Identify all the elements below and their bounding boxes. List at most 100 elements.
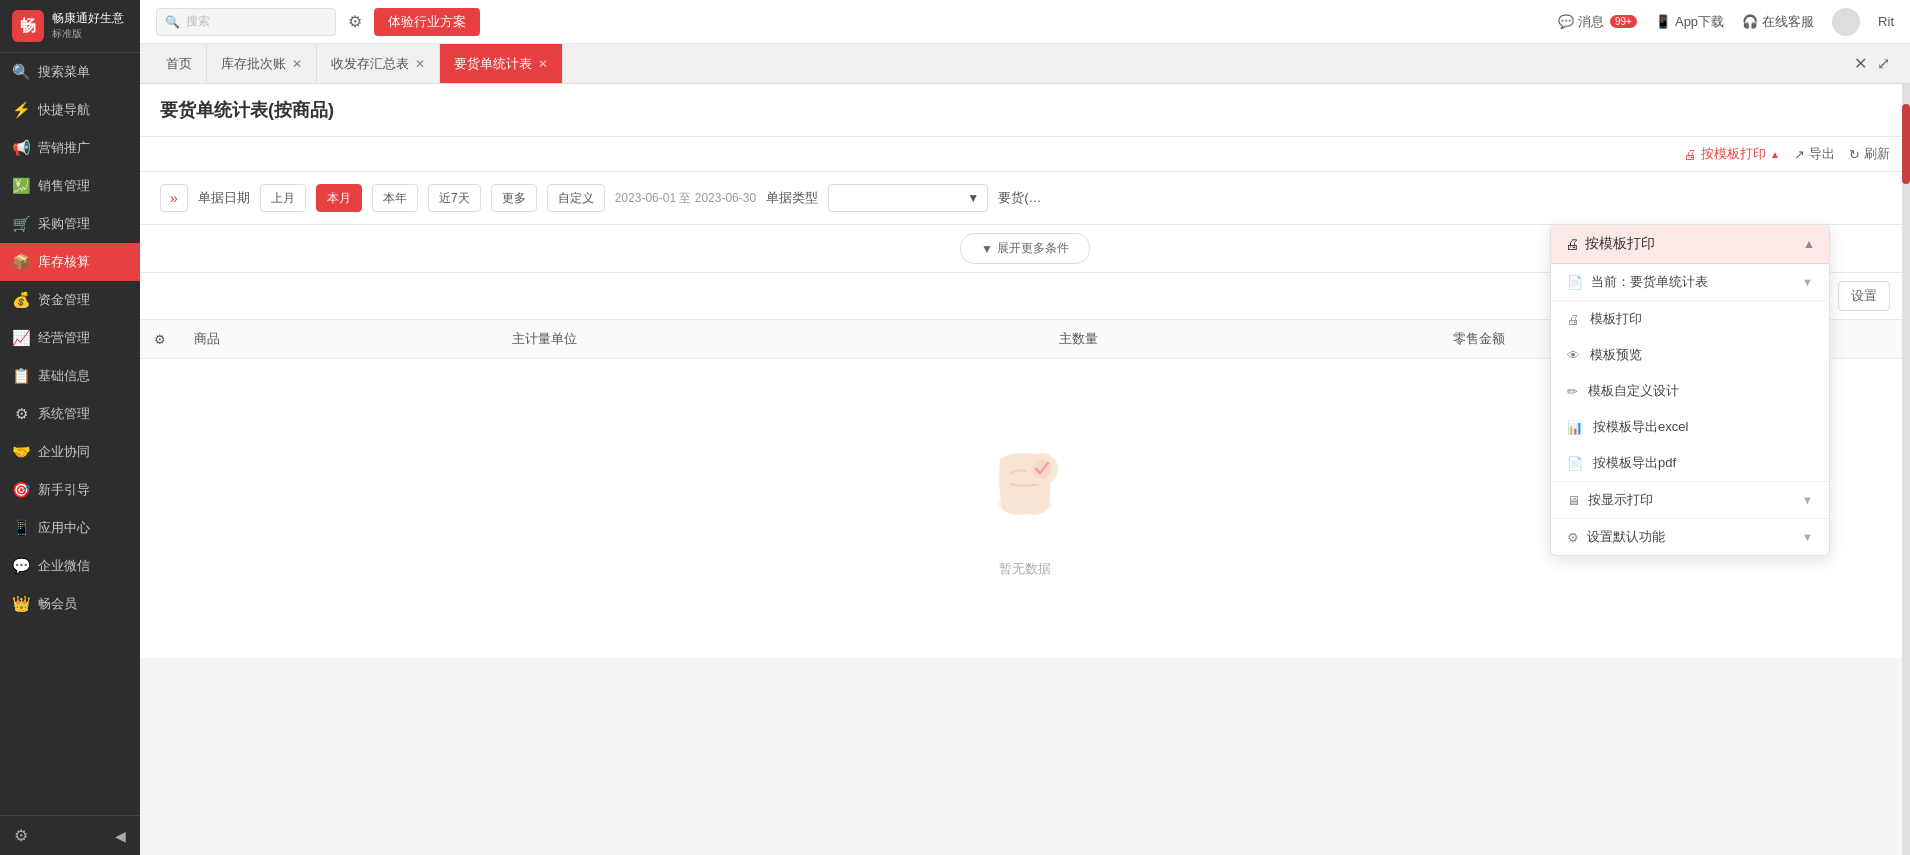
date-more-btn[interactable]: 更多	[491, 184, 537, 212]
date-label: 单据日期	[198, 189, 250, 207]
tab-order-stats-close[interactable]: ✕	[538, 57, 548, 71]
sidebar-item-system[interactable]: ⚙ 系统管理	[0, 395, 140, 433]
messages-icon: 💬	[1558, 14, 1574, 29]
print-btn[interactable]: 🖨 按模板打印 ▲	[1684, 145, 1780, 163]
display-print-section[interactable]: 🖥 按显示打印 ▼	[1551, 481, 1829, 518]
basic-info-icon: 📋	[12, 367, 30, 385]
window-maximize-btn[interactable]: ⤢	[1877, 54, 1890, 73]
set-default-section[interactable]: ⚙ 设置默认功能 ▼	[1551, 518, 1829, 555]
date-7days-btn[interactable]: 近7天	[428, 184, 481, 212]
sidebar-item-finance[interactable]: 💰 资金管理	[0, 281, 140, 319]
sidebar-item-beginner[interactable]: 🎯 新手引导	[0, 471, 140, 509]
filter-bar: » 单据日期 上月 本月 本年 近7天 更多 自定义 2023-06-01 至 …	[140, 172, 1910, 225]
date-this-year-btn[interactable]: 本年	[372, 184, 418, 212]
logo-text: 畅康通好生意 标准版	[52, 11, 124, 41]
template-design-item[interactable]: ✏ 模板自定义设计	[1551, 373, 1829, 409]
logo-icon: 畅	[12, 10, 44, 42]
date-last-month-btn[interactable]: 上月	[260, 184, 306, 212]
sidebar-item-purchase[interactable]: 🛒 采购管理	[0, 205, 140, 243]
window-close-btn[interactable]: ✕	[1854, 54, 1867, 73]
date-range-label: 2023-06-01 至 2023-06-30	[615, 190, 756, 207]
sidebar-item-enterprise[interactable]: 🤝 企业协同	[0, 433, 140, 471]
type-select[interactable]: ▼	[828, 184, 988, 212]
filter-expand-btn[interactable]: »	[160, 184, 188, 212]
vip-icon: 👑	[12, 595, 30, 613]
date-this-month-btn[interactable]: 本月	[316, 184, 362, 212]
right-scrollbar[interactable]	[1902, 84, 1910, 855]
expand-more-btn[interactable]: ▼ 展开更多条件	[960, 233, 1090, 264]
username-label: Rit	[1878, 14, 1894, 29]
print-dropdown-header: 🖨 按模板打印 ▲	[1551, 225, 1829, 264]
sidebar-bottom: ⚙ ◀	[0, 815, 140, 855]
trial-button[interactable]: 体验行业方案	[374, 8, 480, 36]
sidebar-item-vip[interactable]: 👑 畅会员	[0, 585, 140, 623]
tabs-bar: 首页 库存批次账 ✕ 收发存汇总表 ✕ 要货单统计表 ✕ ✕ ⤢	[140, 44, 1910, 84]
sidebar-item-enterprise-wechat[interactable]: 💬 企业微信	[0, 547, 140, 585]
sidebar-settings-btn[interactable]: ⚙	[14, 826, 28, 845]
sidebar-item-inventory[interactable]: 📦 库存核算	[0, 243, 140, 281]
app-download-item[interactable]: 📱 App下载	[1655, 13, 1724, 31]
print-dropdown-icon: 🖨	[1565, 236, 1579, 252]
tab-receipts-summary-close[interactable]: ✕	[415, 57, 425, 71]
sidebar-item-basic-info[interactable]: 📋 基础信息	[0, 357, 140, 395]
export-btn[interactable]: ↗ 导出	[1794, 145, 1835, 163]
system-icon: ⚙	[12, 405, 30, 423]
messages-badge: 99+	[1610, 15, 1637, 28]
sidebar-nav: 🔍 搜索菜单 ⚡ 快捷导航 📢 营销推广 💹 销售管理 🛒 采购管理 📦 库存核…	[0, 53, 140, 815]
template-print-item[interactable]: 🖨 模板打印	[1551, 301, 1829, 337]
sidebar: 畅 畅康通好生意 标准版 🔍 搜索菜单 ⚡ 快捷导航 📢 营销推广 💹 销售管理…	[0, 0, 140, 855]
th-quantity: 主数量	[1045, 320, 1439, 359]
th-unit: 主计量单位	[498, 320, 1045, 359]
refresh-btn[interactable]: ↻ 刷新	[1849, 145, 1890, 163]
user-avatar[interactable]	[1832, 8, 1860, 36]
scrollbar-thumb[interactable]	[1902, 104, 1910, 184]
table-settings-icon[interactable]: ⚙	[154, 332, 166, 347]
expand-more-icon: ▼	[981, 242, 993, 256]
template-preview-item[interactable]: 👁 模板预览	[1551, 337, 1829, 373]
sidebar-item-marketing[interactable]: 📢 营销推广	[0, 129, 140, 167]
tab-home[interactable]: 首页	[152, 44, 207, 83]
print-dropdown-close-icon[interactable]: ▲	[1803, 237, 1815, 251]
refresh-icon: ↻	[1849, 147, 1860, 162]
sidebar-item-search-menu[interactable]: 🔍 搜索菜单	[0, 53, 140, 91]
topbar-right: 💬 消息 99+ 📱 App下载 🎧 在线客服 Rit	[1558, 8, 1894, 36]
tab-inventory-batch-close[interactable]: ✕	[292, 57, 302, 71]
print-dropdown: 🖨 按模板打印 ▲ 📄 当前：要货单统计表 ▼ 🖨 模板打印 👁	[1550, 224, 1830, 556]
display-print-icon: 🖥	[1567, 493, 1580, 508]
online-service-item[interactable]: 🎧 在线客服	[1742, 13, 1814, 31]
window-controls: ✕ ⤢	[1854, 54, 1898, 73]
topbar-gear-icon[interactable]: ⚙	[348, 12, 362, 31]
topbar-search[interactable]: 🔍 搜索	[156, 8, 336, 36]
tab-inventory-batch[interactable]: 库存批次账 ✕	[207, 44, 317, 83]
enterprise-wechat-icon: 💬	[12, 557, 30, 575]
type-select-chevron: ▼	[967, 191, 979, 205]
sidebar-item-app-center[interactable]: 📱 应用中心	[0, 509, 140, 547]
content-toolbar: 🖨 按模板打印 ▲ ↗ 导出 ↻ 刷新	[140, 137, 1910, 172]
page-content: 要货单统计表(按商品) 🖨 按模板打印 ▲ ↗ 导出 ↻ 刷新 » 单据日期	[140, 84, 1910, 855]
template-preview-icon: 👁	[1567, 348, 1580, 363]
display-print-chevron: ▼	[1802, 494, 1813, 506]
sidebar-collapse-btn[interactable]: ◀	[115, 828, 126, 844]
current-template-item[interactable]: 📄 当前：要货单统计表 ▼	[1551, 264, 1829, 301]
template-export-pdf-item[interactable]: 📄 按模板导出pdf	[1551, 445, 1829, 481]
sidebar-item-operations[interactable]: 📈 经营管理	[0, 319, 140, 357]
tab-receipts-summary[interactable]: 收发存汇总表 ✕	[317, 44, 440, 83]
template-export-excel-item[interactable]: 📊 按模板导出excel	[1551, 409, 1829, 445]
current-template-chevron: ▼	[1802, 276, 1813, 288]
sidebar-item-sales[interactable]: 💹 销售管理	[0, 167, 140, 205]
print-dropdown-title: 🖨 按模板打印	[1565, 235, 1655, 253]
template-export-excel-icon: 📊	[1567, 420, 1583, 435]
main-area: 🔍 搜索 ⚙ 体验行业方案 💬 消息 99+ 📱 App下载 🎧 在线客服 Ri…	[140, 0, 1910, 855]
tab-order-stats[interactable]: 要货单统计表 ✕	[440, 44, 563, 83]
template-export-pdf-icon: 📄	[1567, 456, 1583, 471]
inventory-icon: 📦	[12, 253, 30, 271]
empty-text: 暂无数据	[999, 560, 1051, 578]
sidebar-item-quick-nav[interactable]: ⚡ 快捷导航	[0, 91, 140, 129]
topbar: 🔍 搜索 ⚙ 体验行业方案 💬 消息 99+ 📱 App下载 🎧 在线客服 Ri…	[140, 0, 1910, 44]
messages-item[interactable]: 💬 消息 99+	[1558, 13, 1637, 31]
order-type-label: 要货(…	[998, 189, 1041, 207]
app-logo: 畅 畅康通好生意 标准版	[0, 0, 140, 53]
page-header: 要货单统计表(按商品)	[140, 84, 1910, 137]
date-custom-btn[interactable]: 自定义	[547, 184, 605, 212]
settings-btn[interactable]: 设置	[1838, 281, 1890, 311]
